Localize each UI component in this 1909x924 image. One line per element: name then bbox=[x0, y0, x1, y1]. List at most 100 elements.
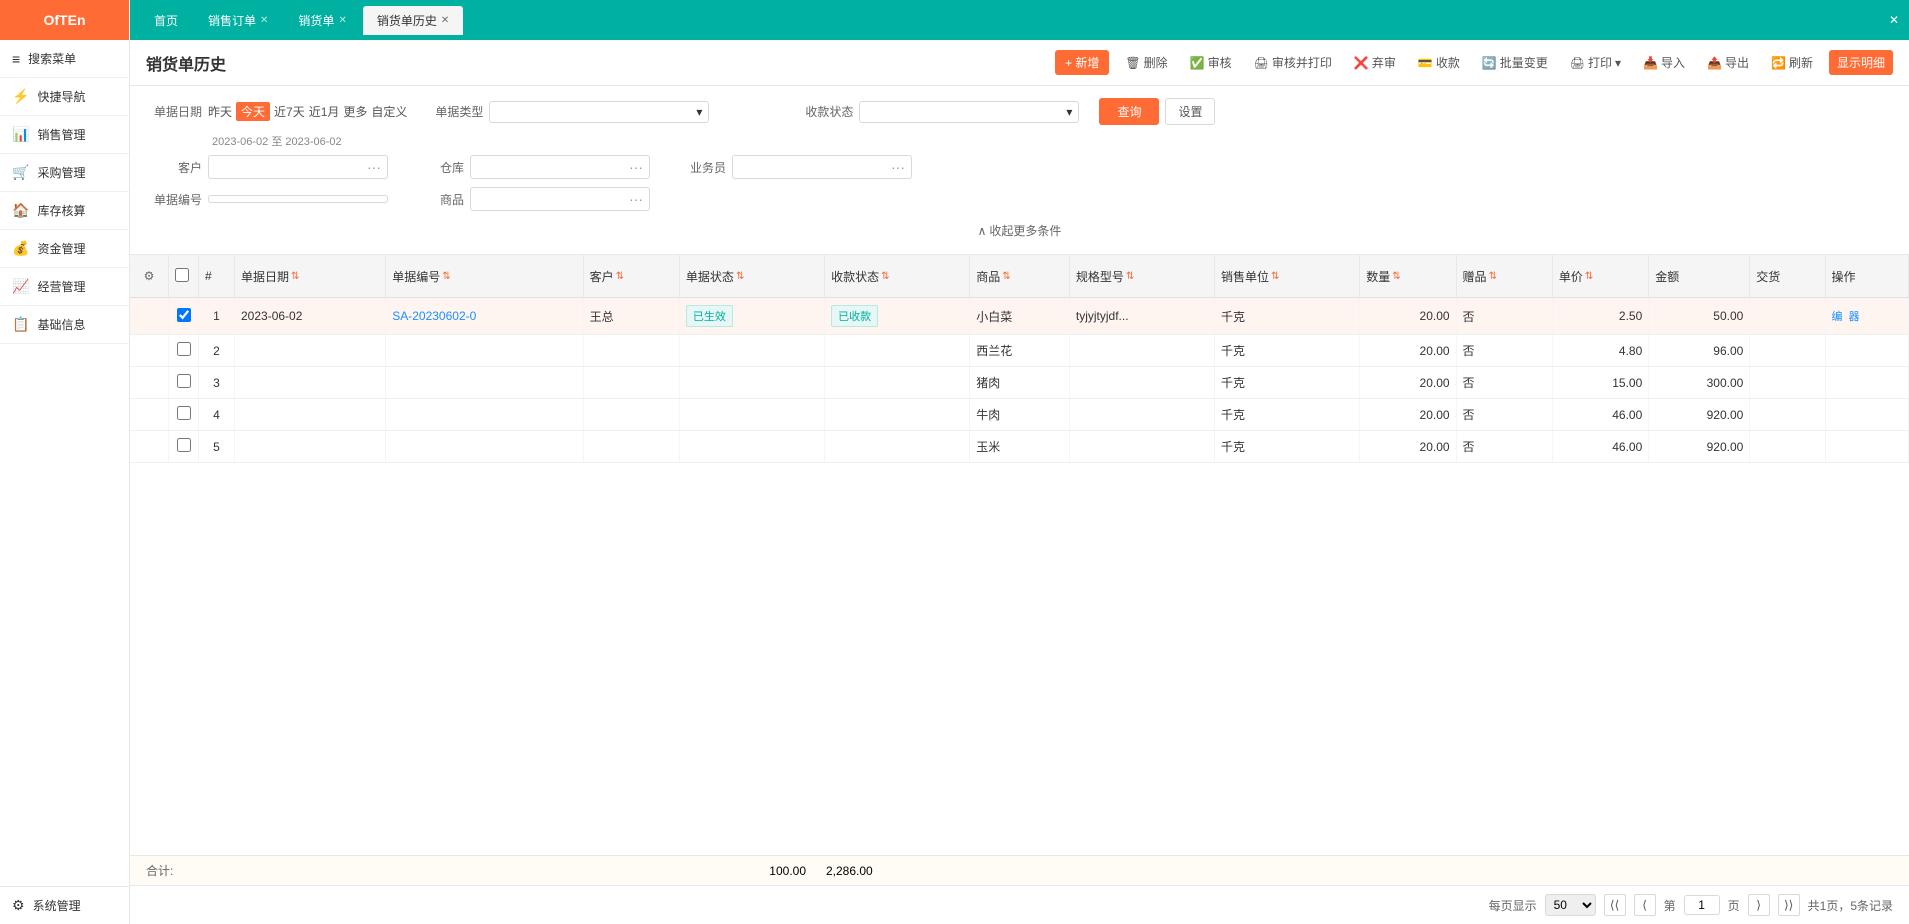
audit-button[interactable]: ✅ 审核 bbox=[1184, 51, 1238, 74]
query-button[interactable]: 查询 bbox=[1099, 98, 1159, 125]
row-doc-no bbox=[386, 431, 583, 463]
doc-type-dropdown-icon: ▾ bbox=[696, 105, 702, 119]
th-doc-no[interactable]: 单据编号 ⇅ bbox=[386, 255, 583, 298]
collect-button[interactable]: 💳 收款 bbox=[1412, 51, 1466, 74]
doc-status-sort[interactable]: 单据状态 ⇅ bbox=[686, 268, 818, 285]
row-checkbox[interactable] bbox=[177, 406, 191, 420]
date-shortcut-more[interactable]: 更多 bbox=[343, 103, 367, 120]
current-page-input[interactable] bbox=[1684, 895, 1720, 915]
spec-sort[interactable]: 规格型号 ⇅ bbox=[1076, 268, 1208, 285]
warehouse-control: ··· bbox=[470, 155, 650, 179]
sidebar-item-quick-nav[interactable]: ⚡ 快捷导航 bbox=[0, 78, 129, 116]
row-num: 5 bbox=[199, 431, 235, 463]
refresh-button[interactable]: 🔁 刷新 bbox=[1765, 51, 1819, 74]
unit-sort[interactable]: 销售单位 ⇅ bbox=[1221, 268, 1353, 285]
table-container: ⚙ # 单据日期 ⇅ bbox=[130, 255, 1909, 855]
th-gift[interactable]: 赠品 ⇅ bbox=[1456, 255, 1552, 298]
sidebar-item-sys-mgmt[interactable]: ⚙ 系统管理 bbox=[0, 887, 129, 924]
sidebar-item-basic-info[interactable]: 📋 基础信息 bbox=[0, 306, 129, 344]
print-button[interactable]: 🖨 打印 ▾ bbox=[1564, 51, 1627, 74]
warehouse-dots[interactable]: ··· bbox=[629, 159, 643, 175]
customer-sort[interactable]: 客户 ⇅ bbox=[590, 268, 673, 285]
prev-page-btn[interactable]: ⟨ bbox=[1634, 894, 1656, 916]
tab-sales-delivery[interactable]: 销货单 ✕ bbox=[284, 6, 360, 35]
warehouse-input[interactable]: ··· bbox=[470, 155, 650, 179]
pay-status-select[interactable]: ▾ bbox=[859, 101, 1079, 123]
th-customer[interactable]: 客户 ⇅ bbox=[583, 255, 679, 298]
row-amount: 300.00 bbox=[1649, 367, 1750, 399]
close-all-btn[interactable]: ✕ bbox=[1889, 13, 1899, 27]
first-page-btn[interactable]: ⟨⟨ bbox=[1604, 894, 1626, 916]
sidebar-item-purchase-mgmt[interactable]: 🛒 采购管理 bbox=[0, 154, 129, 192]
th-unit-price[interactable]: 单价 ⇅ bbox=[1552, 255, 1648, 298]
sidebar-item-operations[interactable]: 📈 经营管理 bbox=[0, 268, 129, 306]
row-customer bbox=[583, 335, 679, 367]
collapse-button[interactable]: ∧ 收起更多条件 bbox=[146, 219, 1893, 242]
th-quantity[interactable]: 数量 ⇅ bbox=[1360, 255, 1456, 298]
export-button[interactable]: 📤 导出 bbox=[1701, 51, 1755, 74]
doc-date-sort[interactable]: 单据日期 ⇅ bbox=[241, 268, 379, 285]
date-shortcut-yesterday[interactable]: 昨天 bbox=[208, 103, 232, 120]
row-action bbox=[1825, 399, 1908, 431]
import-button[interactable]: 📥 导入 bbox=[1637, 51, 1691, 74]
doc-no-input[interactable] bbox=[208, 195, 388, 203]
tab-sales-order[interactable]: 销售订单 ✕ bbox=[194, 6, 282, 35]
tab-sales-delivery-history-close[interactable]: ✕ bbox=[441, 15, 449, 26]
row-checkbox[interactable] bbox=[177, 308, 191, 322]
doc-type-select[interactable]: ▾ bbox=[489, 101, 709, 123]
row-checkbox[interactable] bbox=[177, 342, 191, 356]
row-checkbox[interactable] bbox=[177, 438, 191, 452]
next-page-btn[interactable]: ⟩ bbox=[1748, 894, 1770, 916]
date-shortcut-custom[interactable]: 自定义 bbox=[371, 103, 407, 120]
salesperson-input[interactable]: ··· bbox=[732, 155, 912, 179]
customer-dots[interactable]: ··· bbox=[367, 159, 381, 175]
row-goods: 西兰花 bbox=[970, 335, 1070, 367]
abandon-button[interactable]: ❌ 弃审 bbox=[1348, 51, 1402, 74]
tab-home[interactable]: 首页 bbox=[140, 6, 192, 35]
audit-print-button[interactable]: 🖨 审核并打印 bbox=[1248, 51, 1338, 74]
th-doc-date[interactable]: 单据日期 ⇅ bbox=[235, 255, 386, 298]
price-sort[interactable]: 单价 ⇅ bbox=[1559, 268, 1642, 285]
sidebar-item-finance[interactable]: 💰 资金管理 bbox=[0, 230, 129, 268]
th-pay-status[interactable]: 收款状态 ⇅ bbox=[825, 255, 970, 298]
doc-no-link[interactable]: SA-20230602-0 bbox=[392, 309, 476, 323]
page-size-select[interactable]: 10 20 50 100 bbox=[1545, 894, 1596, 916]
tab-sales-delivery-history[interactable]: 销货单历史 ✕ bbox=[363, 6, 463, 35]
goods-input[interactable]: ··· bbox=[470, 187, 650, 211]
tab-sales-delivery-history-label: 销货单历史 bbox=[377, 12, 437, 29]
pay-status-sort[interactable]: 收款状态 ⇅ bbox=[831, 268, 963, 285]
salesperson-dots[interactable]: ··· bbox=[891, 159, 905, 175]
customer-input[interactable]: ··· bbox=[208, 155, 388, 179]
batch-change-button[interactable]: 🔄 批量变更 bbox=[1476, 51, 1554, 74]
new-button[interactable]: + 新增 bbox=[1055, 50, 1109, 75]
row-checkbox[interactable] bbox=[177, 374, 191, 388]
th-doc-status[interactable]: 单据状态 ⇅ bbox=[679, 255, 824, 298]
more-link[interactable]: 器 bbox=[1849, 308, 1860, 324]
page-area: 销货单历史 + 新增 🗑 删除 ✅ 审核 🖨 审核并打印 ❌ 弃审 bbox=[130, 40, 1909, 924]
sidebar-item-search-menu[interactable]: ≡ 搜索菜单 bbox=[0, 40, 129, 78]
goods-dots[interactable]: ··· bbox=[629, 191, 643, 207]
setting-button[interactable]: 设置 bbox=[1165, 98, 1215, 125]
date-shortcut-1month[interactable]: 近1月 bbox=[309, 103, 340, 120]
show-detail-button[interactable]: 显示明细 bbox=[1829, 50, 1893, 75]
gift-sort[interactable]: 赠品 ⇅ bbox=[1463, 268, 1546, 285]
delete-button[interactable]: 🗑 删除 bbox=[1119, 51, 1173, 74]
last-page-btn[interactable]: ⟩⟩ bbox=[1778, 894, 1800, 916]
row-pay-status: 已收款 bbox=[825, 298, 970, 335]
tab-sales-delivery-close[interactable]: ✕ bbox=[338, 15, 346, 26]
edit-link[interactable]: 编 bbox=[1832, 308, 1843, 324]
sidebar-item-sales-mgmt[interactable]: 📊 销售管理 bbox=[0, 116, 129, 154]
settings-gear-icon[interactable]: ⚙ bbox=[136, 263, 162, 289]
goods-sort[interactable]: 商品 ⇅ bbox=[976, 268, 1063, 285]
tab-sales-order-close[interactable]: ✕ bbox=[260, 15, 268, 26]
doc-no-sort[interactable]: 单据编号 ⇅ bbox=[392, 268, 576, 285]
qty-sort[interactable]: 数量 ⇅ bbox=[1366, 268, 1449, 285]
th-sale-unit[interactable]: 销售单位 ⇅ bbox=[1215, 255, 1360, 298]
sidebar-item-inventory[interactable]: 🏠 库存核算 bbox=[0, 192, 129, 230]
date-shortcut-7days[interactable]: 近7天 bbox=[274, 103, 305, 120]
th-spec-type[interactable]: 规格型号 ⇅ bbox=[1069, 255, 1214, 298]
select-all-checkbox[interactable] bbox=[175, 268, 189, 282]
date-shortcut-today[interactable]: 今天 bbox=[236, 102, 270, 121]
th-goods[interactable]: 商品 ⇅ bbox=[970, 255, 1070, 298]
row-unit-price: 46.00 bbox=[1552, 399, 1648, 431]
